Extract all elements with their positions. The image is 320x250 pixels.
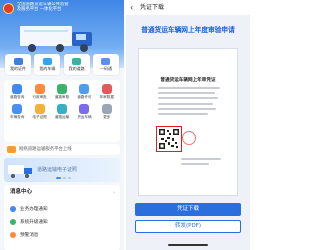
vehicle-icon xyxy=(42,58,52,65)
quick-action-label: 我的车辆 xyxy=(39,66,56,71)
service-label: 更多 xyxy=(103,115,111,120)
page-title: 普通货运车辆网上年度审验申请 xyxy=(141,26,235,34)
quick-action-label: 我的道路 xyxy=(68,66,85,71)
service-label: 道路许可 xyxy=(77,95,92,99)
service-item[interactable]: 电子证照 xyxy=(28,104,50,119)
app-title-line2: 及服务平台 一体化平台 xyxy=(17,7,62,13)
notice-text: 网络道路运输服务平台上线 xyxy=(19,147,72,152)
message-item[interactable]: 业务办理通知 xyxy=(10,204,48,213)
home-screen: 全国道路货运车辆公共监管 及服务平台 一体化平台 我的证件 我的车辆 我的道路 一码通… xyxy=(0,0,124,250)
service-label: 道路运输 xyxy=(54,115,70,120)
service-label: 电子证照 xyxy=(32,115,47,120)
certificate-download-screen: ‹ 凭证下载 普通货运车辆网上年度审验申请 普通货运车辆网上年审凭证 凭证下载 … xyxy=(126,0,250,250)
service-label: 货运车辆 xyxy=(77,115,92,120)
message-center: 消息中心 › 业务办理通知 系统升级通知 预警消息 xyxy=(4,185,120,250)
certificate-preview: 普通货运车辆网上年审凭证 xyxy=(138,48,238,196)
message-item[interactable]: 预警消息 xyxy=(10,230,38,239)
service-label: 年审数据 xyxy=(99,95,114,99)
promo-banner[interactable]: 道路运输电子证照 xyxy=(4,158,120,182)
service-icon xyxy=(79,84,90,94)
service-icon xyxy=(101,84,112,94)
certificate-title: 普通货运车辆网上年审凭证 xyxy=(160,78,216,83)
message-item[interactable]: 系统升级通知 xyxy=(10,217,48,226)
service-icon xyxy=(12,104,23,115)
id-card-icon xyxy=(13,58,23,65)
quick-action-3[interactable]: 我的道路 xyxy=(63,54,90,75)
services-card: 道路查询 行政审批 道路审核 道路许可 年审数据车辆查询 电子证照 道路运输 货运车辆 更多 xyxy=(4,80,120,142)
service-label: 车辆查询 xyxy=(10,115,25,120)
quick-action-2[interactable]: 我的车辆 xyxy=(34,54,61,75)
service-item[interactable]: 年审数据 xyxy=(96,84,118,99)
quick-action-label: 我的证件 xyxy=(10,66,26,71)
service-icon xyxy=(56,84,67,94)
official-seal-icon xyxy=(182,131,196,145)
service-item[interactable]: 车辆查询 xyxy=(6,104,28,119)
download-certificate-button[interactable]: 凭证下载 xyxy=(135,203,241,216)
quick-action-1[interactable]: 我的证件 xyxy=(5,54,31,75)
qr-code-icon xyxy=(101,58,111,65)
certificate-footer xyxy=(181,158,221,168)
emblem-icon xyxy=(3,3,14,14)
message-center-title: 消息中心 xyxy=(10,189,33,195)
nav-bar: ‹ 凭证下载 xyxy=(126,0,250,15)
service-item[interactable]: 货运车辆 xyxy=(73,104,95,119)
service-item[interactable]: 道路审核 xyxy=(51,84,73,99)
message-label: 系统升级通知 xyxy=(20,219,48,225)
service-item[interactable]: 更多 xyxy=(96,104,118,119)
services-grid: 道路查询 行政审批 道路审核 道路许可 年审数据车辆查询 电子证照 道路运输 货运车辆 更多 xyxy=(6,84,118,120)
message-label: 业务办理通知 xyxy=(20,206,48,212)
carousel-dot[interactable] xyxy=(56,177,61,179)
back-arrow-icon[interactable]: ‹ xyxy=(130,3,133,12)
service-item[interactable]: 道路许可 xyxy=(73,84,95,99)
message-label: 预警消息 xyxy=(20,232,39,238)
service-item[interactable]: 道路查询 xyxy=(6,84,28,99)
service-icon xyxy=(34,84,45,94)
quick-action-label: 一码通 xyxy=(99,66,112,71)
app-title: 全国道路货运车辆公共监管 及服务平台 一体化平台 xyxy=(17,2,121,13)
forward-pdf-button[interactable]: 转发(PDF) xyxy=(135,220,241,233)
service-label: 道路查询 xyxy=(10,95,25,99)
service-icon xyxy=(101,104,112,115)
service-icon xyxy=(79,104,90,115)
banner-text: 道路运输电子证照 xyxy=(37,167,78,173)
service-label: 道路审核 xyxy=(54,95,70,99)
quick-action-4[interactable]: 一码通 xyxy=(92,54,119,75)
message-dot-icon xyxy=(10,218,16,225)
carousel-dot[interactable] xyxy=(68,177,71,179)
service-item[interactable]: 行政审批 xyxy=(28,84,50,99)
service-icon xyxy=(34,104,45,115)
truck-illustration-icon xyxy=(8,165,32,178)
carousel-dots xyxy=(56,177,71,179)
message-dot-icon xyxy=(10,231,16,238)
road-icon xyxy=(72,58,82,65)
chevron-right-icon[interactable]: › xyxy=(113,190,115,196)
home-indicator xyxy=(168,244,208,246)
announcement-icon xyxy=(7,146,16,153)
truck-icon xyxy=(20,26,92,52)
service-icon xyxy=(12,84,23,94)
service-label: 行政审批 xyxy=(32,95,47,99)
qr-code-highlight xyxy=(156,126,182,152)
certificate-body xyxy=(158,87,220,118)
service-icon xyxy=(56,104,67,115)
quick-actions: 我的证件 我的车辆 我的道路 一码通 xyxy=(5,54,119,76)
message-dot-icon xyxy=(10,205,16,212)
qr-code-icon xyxy=(159,129,179,149)
carousel-dot[interactable] xyxy=(63,177,66,179)
service-item[interactable]: 道路运输 xyxy=(51,104,73,119)
notice-bar[interactable]: 网络道路运输服务平台上线 xyxy=(4,144,120,155)
nav-title: 凭证下载 xyxy=(140,4,165,11)
